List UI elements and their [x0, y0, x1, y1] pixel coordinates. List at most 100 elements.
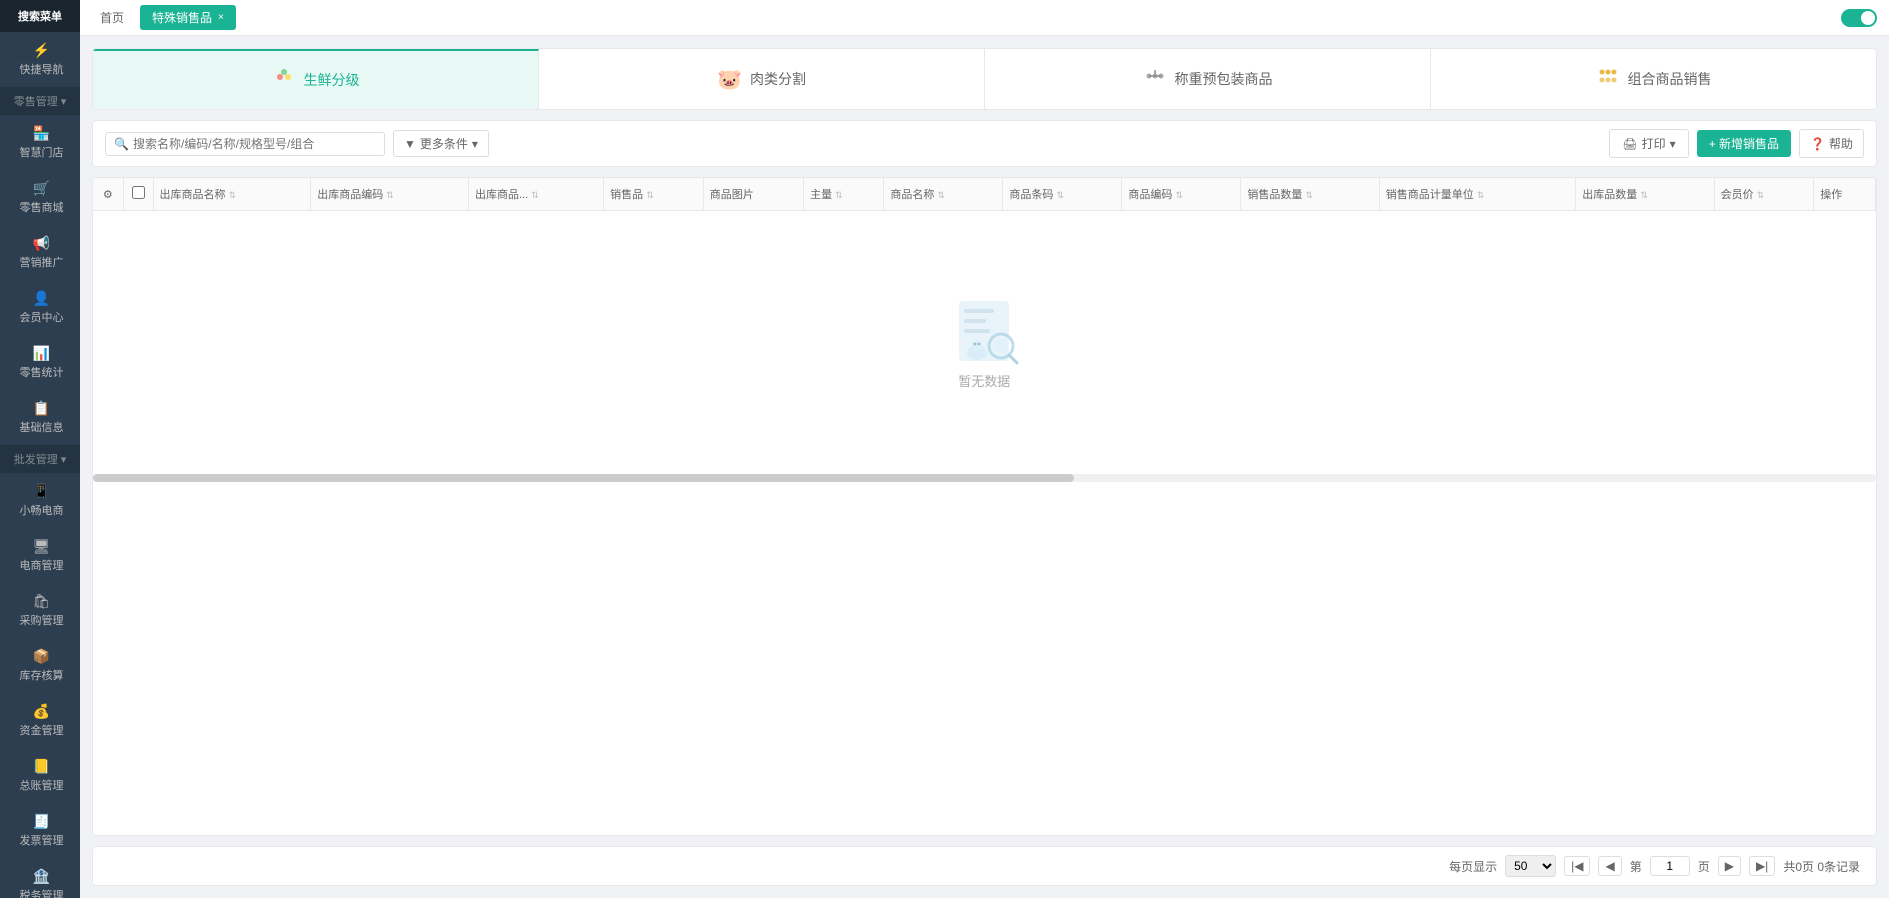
- col-checkbox[interactable]: [123, 178, 153, 211]
- table-body: 暂无数据: [93, 211, 1876, 471]
- prev-page-button[interactable]: ◀: [1598, 856, 1621, 876]
- sort-arrows6[interactable]: ⇅: [937, 190, 945, 200]
- sidebar-item-ecom-mgmt[interactable]: 🖥 电商管理: [0, 528, 80, 583]
- sidebar-item-smart-store[interactable]: 🏪 智慧门店: [0, 115, 80, 170]
- invoice-icon: 🧾: [33, 813, 50, 830]
- cat-tab-combo-sales[interactable]: 组合商品销售: [1431, 49, 1876, 109]
- print-button[interactable]: 🖨 打印 ▾: [1609, 129, 1688, 158]
- meat-cut-icon: 🐷: [717, 67, 742, 92]
- help-button[interactable]: ❓ 帮助: [1799, 129, 1864, 158]
- mini-ecom-icon: 📱: [33, 483, 50, 500]
- col-member-price: 会员价 ⇅: [1714, 178, 1814, 211]
- sidebar-item-retail-mall[interactable]: 🛒 零售商城: [0, 170, 80, 225]
- sidebar-item-sales-promo[interactable]: 📢 营销推广: [0, 225, 80, 280]
- sidebar-item-mini-ecom[interactable]: 📱 小畅电商: [0, 473, 80, 528]
- close-tab-button[interactable]: ×: [218, 12, 224, 23]
- next-page-button[interactable]: ▶: [1718, 856, 1741, 876]
- sort-arrows10[interactable]: ⇅: [1477, 190, 1485, 200]
- page-number-input[interactable]: [1650, 856, 1690, 876]
- sort-arrows9[interactable]: ⇅: [1305, 190, 1313, 200]
- home-tab[interactable]: 首页: [92, 9, 132, 26]
- new-sales-label: + 新增销售品: [1709, 135, 1779, 152]
- active-tab-label: 特殊销售品: [152, 9, 212, 26]
- sort-arrows7[interactable]: ⇅: [1056, 190, 1064, 200]
- wholesale-label: 批发管理: [14, 451, 58, 467]
- empty-state-row: 暂无数据: [93, 211, 1876, 471]
- sort-arrows4[interactable]: ⇅: [646, 190, 654, 200]
- finance-icon: 💰: [33, 703, 50, 720]
- sidebar-section-retail[interactable]: 零售管理 ▾: [0, 87, 80, 115]
- empty-illustration: [939, 291, 1029, 371]
- first-page-button[interactable]: |◀: [1564, 856, 1590, 876]
- sidebar-item-members[interactable]: 👤 会员中心: [0, 280, 80, 335]
- col-goods-code: 商品编码 ⇅: [1122, 178, 1241, 211]
- weight-prepack-label: 称重预包装商品: [1175, 69, 1273, 89]
- sort-arrows11[interactable]: ⇅: [1640, 190, 1648, 200]
- scrollbar-thumb[interactable]: [93, 474, 1074, 482]
- sidebar-item-retail-stats[interactable]: 📊 零售统计: [0, 335, 80, 390]
- store-icon: 🏪: [33, 125, 50, 142]
- weight-prepack-icon: [1143, 64, 1167, 94]
- topbar-right: [1841, 9, 1877, 27]
- basic-info-label: 基础信息: [20, 419, 64, 435]
- sidebar-item-inventory[interactable]: 📦 库存核算: [0, 638, 80, 693]
- sidebar-item-tax[interactable]: 🏦 税务管理: [0, 858, 80, 898]
- horizontal-scrollbar[interactable]: [93, 474, 1876, 482]
- page-size-select[interactable]: 50 10 20 100: [1505, 855, 1556, 877]
- cat-tab-meat-cut[interactable]: 🐷 肉类分割: [539, 49, 985, 109]
- last-page-button[interactable]: ▶|: [1749, 856, 1775, 876]
- sidebar-item-basic-info[interactable]: 📋 基础信息: [0, 390, 80, 445]
- data-table: ⚙ 出库商品名称 ⇅ 出库商品编码 ⇅: [93, 178, 1876, 470]
- help-label: 帮助: [1829, 135, 1853, 152]
- info-icon: 📋: [33, 400, 50, 417]
- col-settings[interactable]: ⚙: [93, 178, 123, 211]
- toolbar: 🔍 ▼ 更多条件 ▾ 🖨 打印 ▾ + 新增销售品 ❓ 帮助: [92, 120, 1877, 167]
- inventory-label: 库存核算: [20, 667, 64, 683]
- sidebar-item-ledger[interactable]: 📒 总账管理: [0, 748, 80, 803]
- settings-icon: ⚙: [103, 189, 113, 201]
- sidebar-item-invoice[interactable]: 🧾 发票管理: [0, 803, 80, 858]
- category-tabs: 生鲜分级 🐷 肉类分割 称重预包装商品: [92, 48, 1877, 110]
- filter-button[interactable]: ▼ 更多条件 ▾: [393, 130, 489, 157]
- col-goods-img: 商品图片: [703, 178, 803, 211]
- sort-arrows2[interactable]: ⇅: [386, 190, 394, 200]
- sort-arrows[interactable]: ⇅: [229, 190, 237, 200]
- sort-arrows12[interactable]: ⇅: [1757, 190, 1765, 200]
- chevron-down-icon: ▾: [61, 95, 67, 108]
- page-size-label: 每页显示: [1449, 858, 1497, 875]
- cat-tab-fresh-grade[interactable]: 生鲜分级: [93, 49, 539, 109]
- sidebar-item-purchase[interactable]: 🛍 采购管理: [0, 583, 80, 638]
- search-menu-label: 搜索菜单: [18, 11, 62, 23]
- col-sale-qty: 销售品数量 ⇅: [1241, 178, 1379, 211]
- col-sale-unit: 销售商品计量单位 ⇅: [1379, 178, 1575, 211]
- combo-sales-icon: [1596, 64, 1620, 94]
- pagination-bar: 每页显示 50 10 20 100 |◀ ◀ 第 页 ▶ ▶| 共0页 0条记录: [92, 846, 1877, 886]
- cat-tab-weight-prepack[interactable]: 称重预包装商品: [985, 49, 1431, 109]
- retail-label: 零售管理: [14, 93, 58, 109]
- select-all-checkbox[interactable]: [132, 186, 145, 199]
- purchase-label: 采购管理: [20, 612, 64, 628]
- tax-icon: 🏦: [33, 868, 50, 885]
- sort-arrows3[interactable]: ⇅: [531, 190, 539, 200]
- search-icon: 🔍: [114, 137, 129, 151]
- search-input[interactable]: [133, 137, 373, 151]
- filter-icon: ▼: [404, 137, 416, 151]
- topbar: 首页 特殊销售品 ×: [80, 0, 1889, 36]
- meat-cut-label: 肉类分割: [750, 69, 806, 89]
- col-weight: 主量 ⇅: [804, 178, 884, 211]
- sidebar-section-wholesale[interactable]: 批发管理 ▾: [0, 445, 80, 473]
- ecom-icon: 🖥: [33, 538, 51, 555]
- sort-arrows8[interactable]: ⇅: [1175, 190, 1183, 200]
- new-sales-button[interactable]: + 新增销售品: [1697, 130, 1791, 157]
- active-tab[interactable]: 特殊销售品 ×: [140, 5, 236, 30]
- page-label2: 页: [1698, 858, 1710, 875]
- search-menu-button[interactable]: 搜索菜单: [0, 0, 80, 32]
- sidebar-item-finance[interactable]: 💰 资金管理: [0, 693, 80, 748]
- filter-label: 更多条件: [420, 135, 468, 152]
- stats-label: 零售统计: [20, 364, 64, 380]
- sort-arrows5[interactable]: ⇅: [835, 190, 843, 200]
- sidebar: 搜索菜单 ⚡ 快捷导航 零售管理 ▾ 🏪 智慧门店 🛒 零售商城 📢 营销推广 …: [0, 0, 80, 898]
- sidebar-item-quicknav[interactable]: ⚡ 快捷导航: [0, 32, 80, 87]
- toggle-button[interactable]: [1841, 9, 1877, 27]
- purchase-icon: 🛍: [33, 593, 51, 610]
